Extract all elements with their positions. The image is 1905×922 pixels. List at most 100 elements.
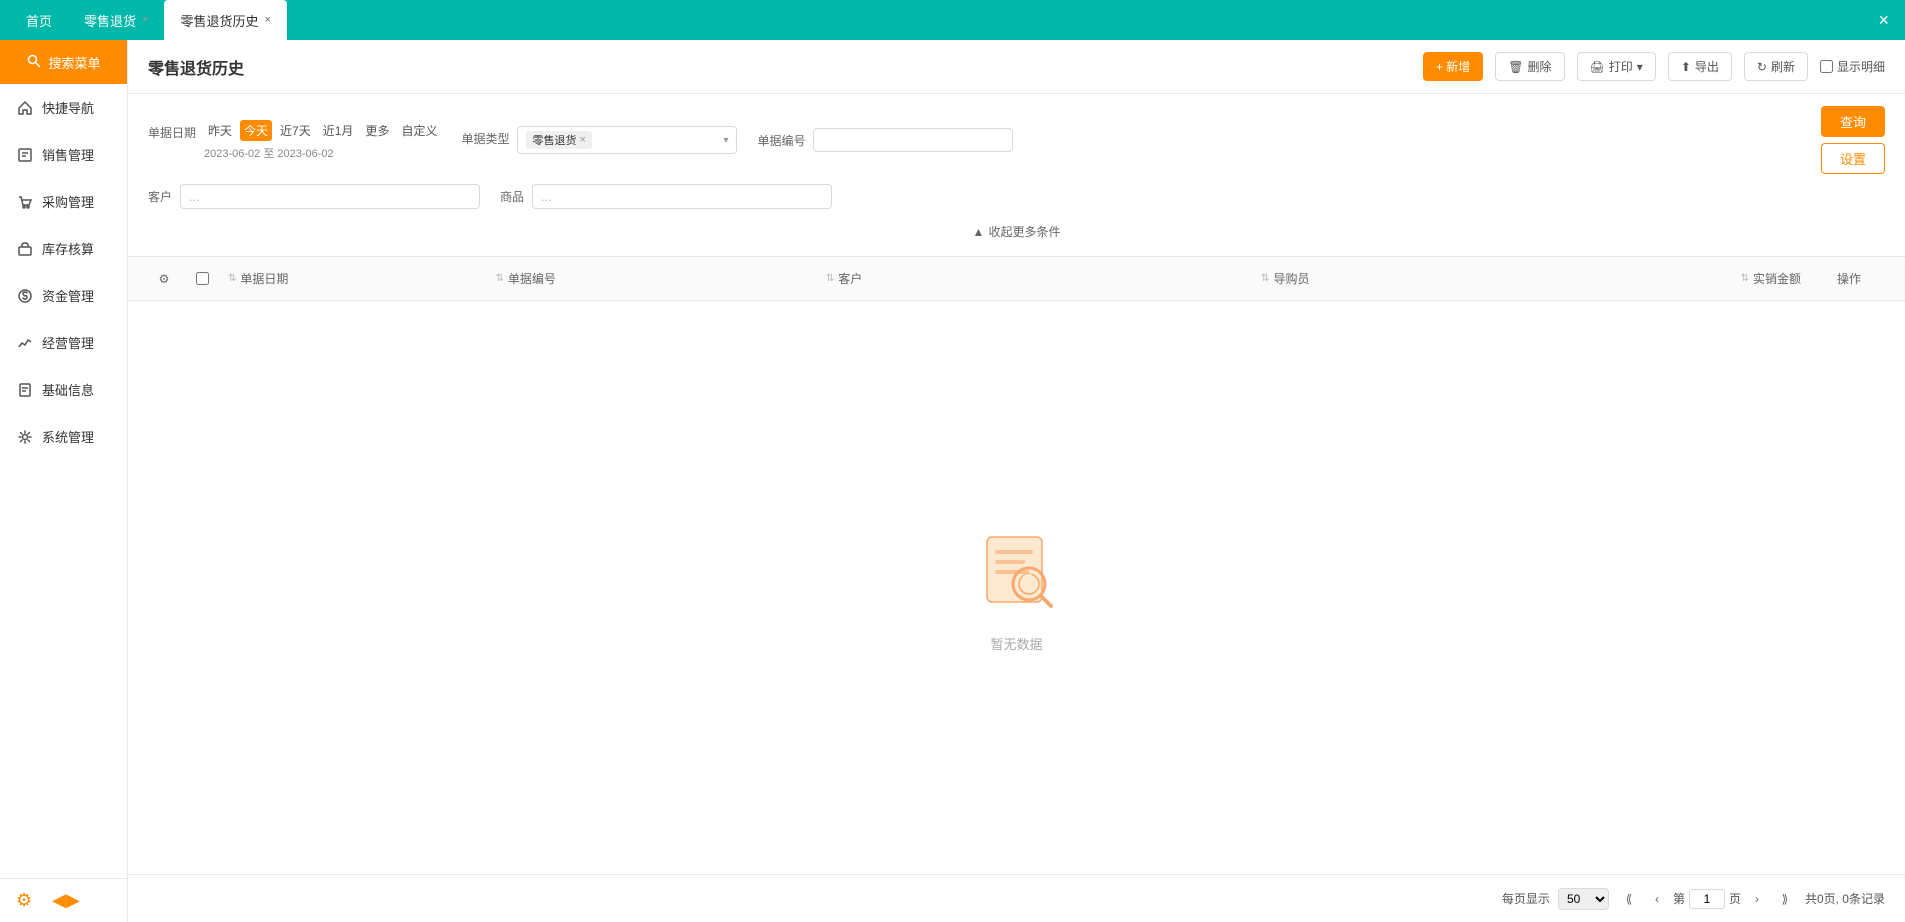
content-area: 零售退货历史 + 新增 🗑 删除 🖨 打印 ▾ ⬆ 导出 ↻ [128, 40, 1905, 922]
shortcut-yesterday[interactable]: 昨天 [204, 120, 236, 141]
sidebar-menu: 快捷导航 销售管理 [0, 84, 127, 878]
goods-label: 商品 [500, 184, 524, 205]
first-page-button[interactable]: ⟪ [1617, 887, 1641, 911]
display-toggle-label: 显示明细 [1837, 58, 1885, 75]
col-bill-no-header[interactable]: ⇅ 单据编号 [488, 270, 818, 287]
filter-row-2: 客户 ... 商品 ... [148, 184, 1885, 209]
sidebar-item-label: 基础信息 [42, 380, 94, 399]
refresh-button[interactable]: ↻ 刷新 [1744, 52, 1808, 81]
home-icon [16, 99, 34, 117]
tab-retail-return-history[interactable]: 零售退货历史 × [164, 0, 286, 40]
sort-icon: ⇅ [1741, 273, 1749, 284]
sidebar-item-purchase-mgmt[interactable]: 采购管理 [0, 178, 127, 225]
pagination-summary: 共0页, 0条记录 [1805, 890, 1885, 907]
export-icon: ⬆ [1681, 60, 1691, 74]
shortcut-custom[interactable]: 自定义 [397, 120, 441, 141]
date-shortcuts: 昨天 今天 近7天 近1月 更多 自定义 [204, 120, 441, 141]
shortcut-1month[interactable]: 近1月 [319, 120, 358, 141]
query-button[interactable]: 查询 [1821, 106, 1885, 137]
empty-icon [967, 522, 1067, 622]
bill-type-dropdown-icon: ▾ [723, 135, 728, 146]
delete-icon: 🗑 [1508, 60, 1523, 74]
pagination: 每页显示 50 20 100 ⟪ ‹ 第 页 › ⟫ 共0页, 0条记录 [128, 874, 1905, 922]
sidebar-item-label: 库存核算 [42, 239, 94, 258]
tab-home[interactable]: 首页 [10, 0, 68, 40]
sidebar-item-basic-info[interactable]: 基础信息 [0, 366, 127, 413]
goods-select[interactable]: ... [532, 184, 832, 209]
collapse-label: 收起更多条件 [988, 223, 1060, 240]
sort-icon: ⇅ [228, 273, 236, 284]
shortcut-today[interactable]: 今天 [240, 120, 272, 141]
main-layout: 搜索菜单 快捷导航 销售管理 [0, 40, 1905, 922]
search-icon [26, 53, 42, 72]
page-label: 第 [1673, 890, 1685, 907]
shortcut-7days[interactable]: 近7天 [276, 120, 315, 141]
shortcut-more[interactable]: 更多 [361, 120, 393, 141]
print-icon: 🖨 [1590, 60, 1605, 74]
sort-icon: ⇅ [826, 273, 834, 284]
export-button[interactable]: ⬆ 导出 [1668, 52, 1732, 81]
bill-type-tag: 零售退货 × [526, 131, 591, 149]
col-amount-header[interactable]: ⇅ 实销金额 [1583, 270, 1809, 287]
tab-list: 首页 零售退货 × 零售退货历史 × [10, 0, 1878, 40]
sidebar-item-quick-nav[interactable]: 快捷导航 [0, 84, 127, 131]
bill-no-label: 单据编号 [757, 128, 805, 149]
tab-retail-return-history-close[interactable]: × [264, 14, 270, 26]
tab-retail-return-close[interactable]: × [142, 14, 148, 26]
sidebar-item-inventory[interactable]: 库存核算 [0, 225, 127, 272]
sidebar-item-label: 采购管理 [42, 192, 94, 211]
col-settings[interactable]: ⚙ [144, 272, 184, 286]
sidebar-item-label: 快捷导航 [42, 98, 94, 117]
table-header: ⚙ ⇅ 单据日期 ⇅ 单据编号 ⇅ 客户 ⇅ [128, 257, 1905, 301]
sales-icon [16, 146, 34, 164]
select-all-checkbox[interactable] [196, 272, 209, 285]
sidebar-item-finance[interactable]: 资金管理 [0, 272, 127, 319]
page-suffix: 页 [1729, 890, 1741, 907]
collapse-button[interactable]: ▲ 收起更多条件 [148, 219, 1885, 244]
sidebar-item-system-mgmt[interactable]: 系统管理 [0, 413, 127, 460]
col-bill-date-header[interactable]: ⇅ 单据日期 [220, 270, 488, 287]
bill-type-select[interactable]: 零售退货 × ▾ [517, 126, 737, 154]
filter-bill-no: 单据编号 [757, 128, 1013, 152]
empty-text: 暂无数据 [990, 634, 1042, 653]
bill-type-tag-remove[interactable]: × [579, 134, 585, 146]
filter-settings-button[interactable]: 设置 [1821, 143, 1885, 174]
toolbar: + 新增 🗑 删除 🖨 打印 ▾ ⬆ 导出 ↻ 刷新 [1423, 52, 1885, 81]
delete-button[interactable]: 🗑 删除 [1495, 52, 1564, 81]
display-toggle-checkbox[interactable] [1820, 60, 1833, 73]
bill-no-input[interactable] [813, 128, 1013, 152]
purchase-icon [16, 193, 34, 211]
col-checkbox[interactable] [184, 272, 220, 285]
refresh-icon: ↻ [1757, 60, 1767, 74]
last-page-button[interactable]: ⟫ [1773, 887, 1797, 911]
customer-label: 客户 [148, 184, 172, 205]
page-title: 零售退货历史 [148, 55, 244, 79]
new-button[interactable]: + 新增 [1423, 52, 1483, 81]
settings-gear-icon[interactable]: ⚙ [16, 890, 32, 911]
system-icon [16, 428, 34, 446]
bill-type-label: 单据类型 [461, 126, 509, 147]
sidebar-item-operation[interactable]: 经营管理 [0, 319, 127, 366]
filter-bill-type: 单据类型 零售退货 × ▾ [461, 126, 737, 154]
per-page-label: 每页显示 [1502, 890, 1550, 907]
sidebar-search[interactable]: 搜索菜单 [0, 40, 127, 84]
sidebar-item-sales-mgmt[interactable]: 销售管理 [0, 131, 127, 178]
col-guide-header[interactable]: ⇅ 导购员 [1253, 270, 1583, 287]
window-close-button[interactable]: × [1878, 10, 1889, 30]
print-button[interactable]: 🖨 打印 ▾ [1577, 52, 1656, 81]
col-customer-header[interactable]: ⇅ 客户 [818, 270, 1253, 287]
sidebar-item-label: 销售管理 [42, 145, 94, 164]
sidebar-item-label: 经营管理 [42, 333, 94, 352]
filter-bill-date: 单据日期 昨天 今天 近7天 近1月 更多 自定义 2023-06-02 至 2… [148, 120, 441, 161]
sidebar-search-label: 搜索菜单 [48, 53, 100, 72]
sidebar-collapse-icon[interactable]: ◀▶ [52, 890, 80, 911]
table-area: ⚙ ⇅ 单据日期 ⇅ 单据编号 ⇅ 客户 ⇅ [128, 257, 1905, 874]
per-page-select[interactable]: 50 20 100 [1558, 888, 1609, 910]
empty-state: 暂无数据 [128, 301, 1905, 874]
next-page-button[interactable]: › [1745, 887, 1769, 911]
tab-retail-return[interactable]: 零售退货 × [68, 0, 164, 40]
page-number-input[interactable] [1689, 889, 1725, 909]
filter-customer: 客户 ... [148, 184, 480, 209]
prev-page-button[interactable]: ‹ [1645, 887, 1669, 911]
customer-select[interactable]: ... [180, 184, 480, 209]
